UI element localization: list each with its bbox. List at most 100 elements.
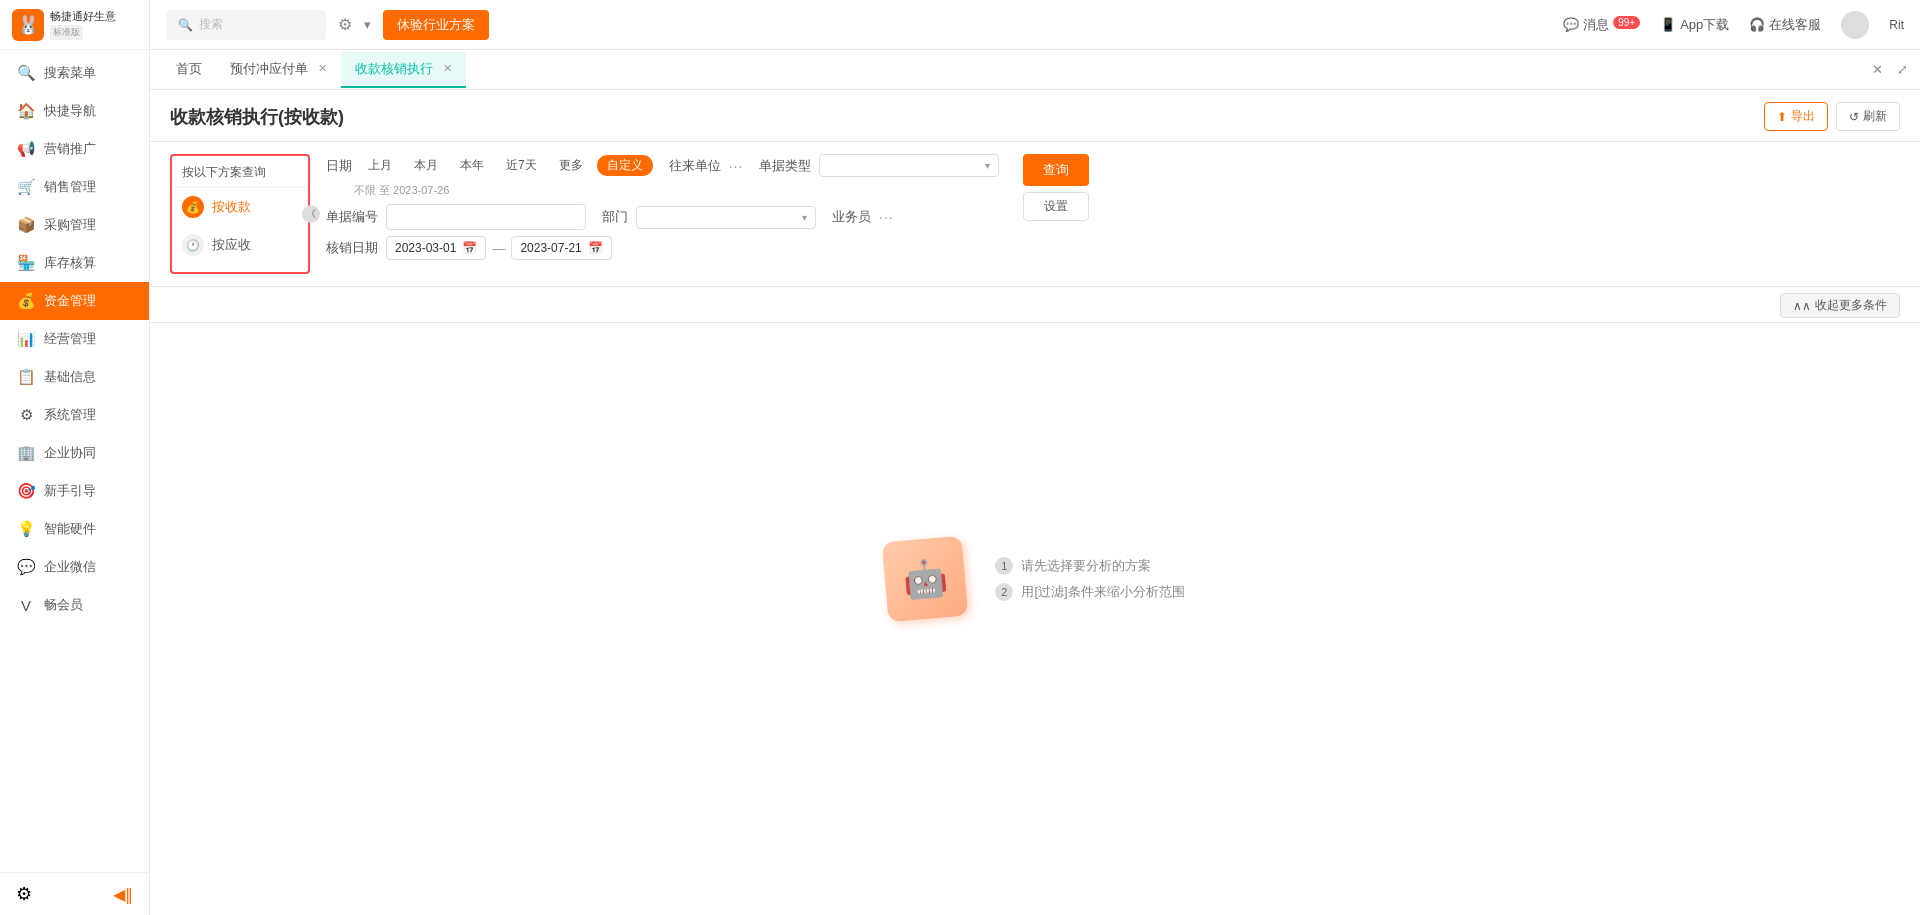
dept-dropdown-arrow: ▾ xyxy=(802,212,807,223)
settings-icon[interactable]: ⚙ xyxy=(16,883,32,905)
collapse-sidebar-icon[interactable]: ◀‖ xyxy=(113,885,133,904)
tab-receipt[interactable]: 收款核销执行 ✕ xyxy=(341,52,466,88)
sidebar-item-新手引导[interactable]: 🎯 新手引导 xyxy=(0,472,149,510)
sidebar-item-快捷导航[interactable]: 🏠 快捷导航 xyxy=(0,92,149,130)
sidebar-icon: 🎯 xyxy=(16,482,36,500)
message-item[interactable]: 💬 消息 99+ xyxy=(1563,16,1640,34)
sidebar-label: 企业微信 xyxy=(44,558,96,576)
tab-close-all-icon[interactable]: ✕ xyxy=(1872,62,1883,77)
sidebar-item-经营管理[interactable]: 📊 经营管理 xyxy=(0,320,149,358)
sidebar-item-畅会员[interactable]: V 畅会员 xyxy=(0,586,149,624)
tab-bar-actions: ✕ ⤢ xyxy=(1872,62,1908,77)
verify-date-label: 核销日期 xyxy=(326,239,378,257)
empty-illustration: 🤖 xyxy=(882,536,969,623)
refresh-icon: ↺ xyxy=(1849,110,1859,124)
page-title-row: 收款核销执行(按收款) ⬆ 导出 ↺ 刷新 xyxy=(170,102,1900,141)
doc-type-field: 单据类型 ▾ xyxy=(759,154,999,177)
sidebar-icon: 🛒 xyxy=(16,178,36,196)
date-field: 日期 上月 本月 本年 近7天 更多 自定义 xyxy=(326,155,653,176)
user-name[interactable]: Rit xyxy=(1889,18,1904,32)
tab-receipt-label: 收款核销执行 xyxy=(355,60,433,78)
logo-text: 畅捷通好生意 xyxy=(50,9,116,23)
left-panel-collapse-button[interactable]: 《 xyxy=(302,205,320,223)
message-label: 消息 xyxy=(1583,16,1609,34)
empty-tip-2: 用[过滤]条件来缩小分析范围 xyxy=(1021,579,1184,605)
verify-date-start-calendar-icon[interactable]: 📅 xyxy=(462,241,477,255)
left-panel-title: 按以下方案查询 xyxy=(172,164,308,188)
tab-prepay-label: 预付冲应付单 xyxy=(230,60,308,78)
filter-docno-row: 单据编号 部门 ▾ 业务员 xyxy=(326,204,999,230)
sidebar-item-采购管理[interactable]: 📦 采购管理 xyxy=(0,206,149,244)
sidebar-item-企业协同[interactable]: 🏢 企业协同 xyxy=(0,434,149,472)
app-download-item[interactable]: 📱 App下载 xyxy=(1660,16,1729,34)
quick-date-7days[interactable]: 近7天 xyxy=(498,155,545,176)
verify-date-start-input[interactable]: 2023-03-01 📅 xyxy=(386,236,486,260)
sidebar-icon: 📋 xyxy=(16,368,36,386)
query-button[interactable]: 查询 xyxy=(1023,154,1089,186)
sidebar-icon: V xyxy=(16,597,36,614)
verify-date-start-value: 2023-03-01 xyxy=(395,241,456,255)
export-button[interactable]: ⬆ 导出 xyxy=(1764,102,1828,131)
filter-body: 按以下方案查询 💰 按收款 🕐 按应收 《 xyxy=(150,142,1920,287)
sidebar-item-搜索菜单[interactable]: 🔍 搜索菜单 xyxy=(0,54,149,92)
query-buttons: 查询 设置 xyxy=(1023,154,1089,221)
quick-date-this-year[interactable]: 本年 xyxy=(452,155,492,176)
left-panel: 按以下方案查询 💰 按收款 🕐 按应收 《 xyxy=(170,154,310,274)
doc-type-select[interactable]: ▾ xyxy=(819,154,999,177)
sidebar-label: 营销推广 xyxy=(44,140,96,158)
sidebar-icon: 🏢 xyxy=(16,444,36,462)
filter-settings-button[interactable]: 设置 xyxy=(1023,192,1089,221)
sidebar-item-销售管理[interactable]: 🛒 销售管理 xyxy=(0,168,149,206)
left-option-by-receivable[interactable]: 🕐 按应收 xyxy=(172,226,308,264)
sidebar-item-基础信息[interactable]: 📋 基础信息 xyxy=(0,358,149,396)
sidebar-item-营销推广[interactable]: 📢 营销推广 xyxy=(0,130,149,168)
user-avatar[interactable] xyxy=(1841,11,1869,39)
industry-solution-button[interactable]: 休验行业方案 xyxy=(383,10,489,40)
header-search[interactable]: 🔍 搜索 xyxy=(166,10,326,40)
sidebar-item-库存核算[interactable]: 🏪 库存核算 xyxy=(0,244,149,282)
receivable-option-label: 按应收 xyxy=(212,236,251,254)
quick-dates: 上月 本月 本年 近7天 更多 自定义 xyxy=(360,155,653,176)
dept-label: 部门 xyxy=(602,208,628,226)
sidebar-item-企业微信[interactable]: 💬 企业微信 xyxy=(0,548,149,586)
sidebar-icon: 💰 xyxy=(16,292,36,310)
tab-prepay-close[interactable]: ✕ xyxy=(318,62,327,75)
filter-form: 日期 上月 本月 本年 近7天 更多 自定义 xyxy=(326,154,1920,274)
refresh-button[interactable]: ↺ 刷新 xyxy=(1836,102,1900,131)
dept-select[interactable]: ▾ xyxy=(636,206,816,229)
sidebar-item-智能硬件[interactable]: 💡 智能硬件 xyxy=(0,510,149,548)
online-service-label: 在线客服 xyxy=(1769,16,1821,34)
counter-party-dots[interactable]: ··· xyxy=(729,158,744,174)
tab-prepay[interactable]: 预付冲应付单 ✕ xyxy=(216,52,341,88)
counter-party-label: 往来单位 xyxy=(669,157,721,175)
doc-type-label: 单据类型 xyxy=(759,157,811,175)
tab-receipt-close[interactable]: ✕ xyxy=(443,62,452,75)
sidebar-label: 新手引导 xyxy=(44,482,96,500)
sidebar-item-资金管理[interactable]: 💰 资金管理 xyxy=(0,282,149,320)
sidebar-item-系统管理[interactable]: ⚙ 系统管理 xyxy=(0,396,149,434)
tab-home[interactable]: 首页 xyxy=(162,52,216,88)
collapse-more-button[interactable]: ∧∧ 收起更多条件 xyxy=(1780,293,1900,318)
sidebar-icon: 🏠 xyxy=(16,102,36,120)
sidebar-label: 企业协同 xyxy=(44,444,96,462)
sidebar-icon: 📦 xyxy=(16,216,36,234)
verify-date-end-calendar-icon[interactable]: 📅 xyxy=(588,241,603,255)
sidebar-nav: 🔍 搜索菜单 🏠 快捷导航 📢 营销推广 🛒 销售管理 📦 采购管理 🏪 库存核… xyxy=(0,50,149,872)
verify-date-end-input[interactable]: 2023-07-21 📅 xyxy=(511,236,611,260)
online-service-item[interactable]: 🎧 在线客服 xyxy=(1749,16,1821,34)
tab-expand-icon[interactable]: ⤢ xyxy=(1897,62,1908,77)
verify-date-range: 2023-03-01 📅 — 2023-07-21 📅 xyxy=(386,236,612,260)
settings-gear-icon[interactable]: ⚙ xyxy=(338,15,352,34)
left-option-by-receipt[interactable]: 💰 按收款 xyxy=(172,188,308,226)
quick-date-this-month[interactable]: 本月 xyxy=(406,155,446,176)
staff-dots[interactable]: ··· xyxy=(879,209,894,225)
quick-date-custom[interactable]: 自定义 xyxy=(597,155,653,176)
quick-date-more[interactable]: 更多 xyxy=(551,155,591,176)
sidebar-icon: ⚙ xyxy=(16,406,36,424)
date-separator: — xyxy=(492,241,505,256)
dropdown-arrow-icon[interactable]: ▾ xyxy=(364,17,371,32)
sidebar-footer[interactable]: ⚙ ◀‖ xyxy=(0,872,149,915)
filter-date-row: 日期 上月 本月 本年 近7天 更多 自定义 xyxy=(326,154,999,177)
quick-date-last-month[interactable]: 上月 xyxy=(360,155,400,176)
doc-no-input[interactable] xyxy=(386,204,586,230)
